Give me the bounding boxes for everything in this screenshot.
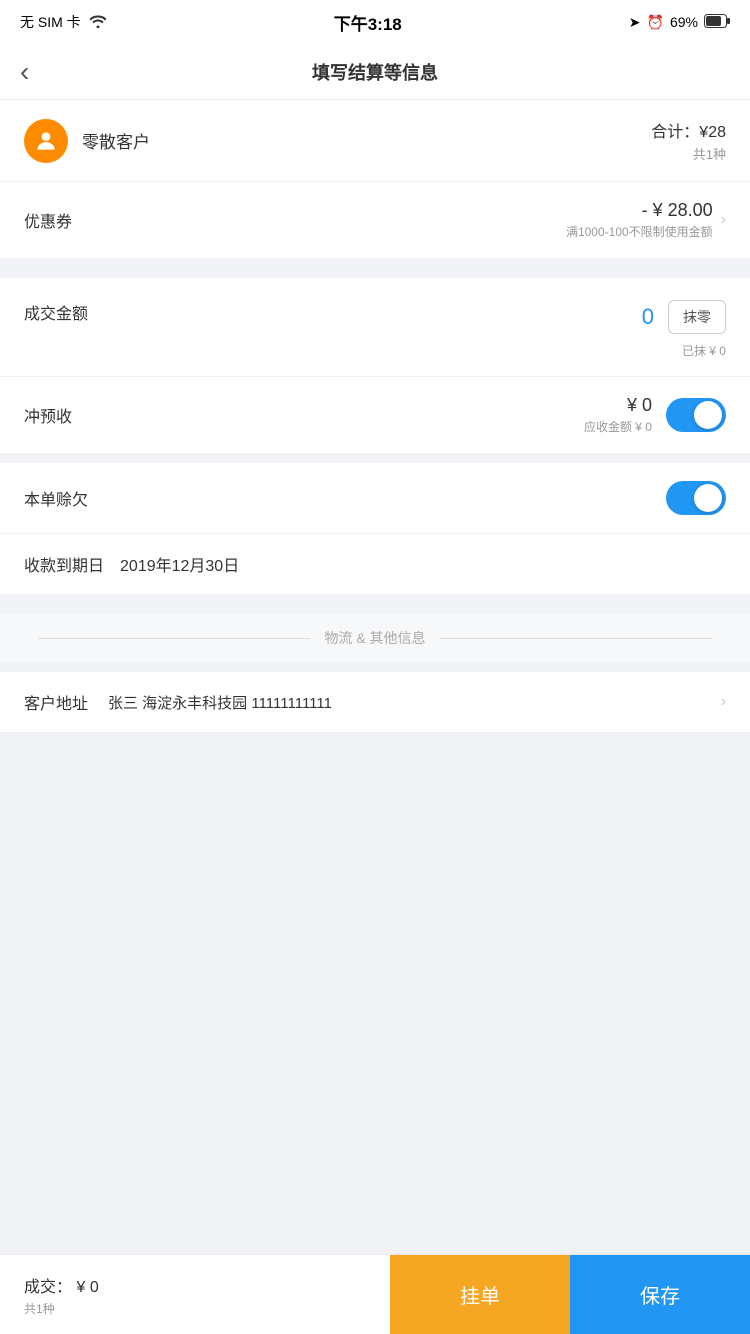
coupon-info: - ¥ 28.00 满1000-100不限制使用金额 [566, 200, 713, 240]
separator-3 [0, 604, 750, 614]
save-button[interactable]: 保存 [570, 1255, 750, 1334]
alarm-icon: ⏰ [647, 14, 664, 31]
due-date-label: 收款到期日 [24, 552, 104, 576]
prepay-right: ¥ 0 应收金额 ¥ 0 [584, 395, 726, 435]
transaction-label: 成交金额 [24, 300, 88, 324]
status-left: 无 SIM 卡 [20, 12, 107, 32]
transaction-sub: 已抹 ¥ 0 [682, 344, 726, 358]
total-count: 共1种 [651, 144, 726, 163]
coupon-chevron-icon: › [721, 211, 726, 229]
transaction-section: 成交金额 0 抹零 已抹 ¥ 0 冲预收 ¥ 0 应收金额 ¥ 0 [0, 278, 750, 453]
transaction-row: 成交金额 0 抹零 [0, 278, 750, 342]
debit-toggle[interactable] [666, 481, 726, 515]
debit-label: 本单赊欠 [24, 486, 88, 510]
status-bar: 无 SIM 卡 下午3:18 ➤ ⏰ 69% [0, 0, 750, 44]
customer-section: 零散客户 合计：¥28 共1种 优惠券 - ¥ 28.00 满1000-100不… [0, 100, 750, 258]
sim-signal: 无 SIM 卡 [20, 12, 81, 32]
summary-amount: ¥ 0 [76, 1279, 98, 1296]
customer-left: 零散客户 [24, 119, 150, 163]
bottom-summary-top: 成交： ¥ 0 [24, 1273, 366, 1297]
total-amount: 合计：¥28 [651, 118, 726, 142]
prepay-row: 冲预收 ¥ 0 应收金额 ¥ 0 [0, 376, 750, 453]
prepay-amount: ¥ 0 [584, 395, 652, 416]
address-label: 客户地址 [24, 690, 88, 714]
prepay-amount-col: ¥ 0 应收金额 ¥ 0 [584, 395, 652, 435]
summary-label: 成交： [24, 1279, 72, 1296]
back-button[interactable]: ‹ [20, 56, 29, 88]
status-time: 下午3:18 [334, 10, 402, 35]
coupon-label: 优惠券 [24, 208, 72, 232]
debit-section: 本单赊欠 收款到期日 2019年12月30日 [0, 463, 750, 594]
wifi-icon [89, 14, 107, 31]
content-area: 零散客户 合计：¥28 共1种 优惠券 - ¥ 28.00 满1000-100不… [0, 100, 750, 832]
customer-right: 合计：¥28 共1种 [651, 118, 726, 163]
prepay-sub: 应收金额 ¥ 0 [584, 418, 652, 435]
customer-name: 零散客户 [82, 128, 150, 153]
separator-4 [0, 662, 750, 672]
bottom-summary-count: 共1种 [24, 1300, 366, 1317]
due-date-row: 收款到期日 2019年12月30日 [0, 533, 750, 594]
battery-text: 69% [670, 14, 698, 30]
logistics-header: 物流 & 其他信息 [0, 614, 750, 662]
nav-bar: ‹ 填写结算等信息 [0, 44, 750, 100]
person-icon [33, 128, 59, 154]
location-icon: ➤ [629, 14, 641, 31]
bottom-bar: 成交： ¥ 0 共1种 挂单 保存 [0, 1254, 750, 1334]
bottom-summary: 成交： ¥ 0 共1种 [0, 1273, 390, 1317]
bottom-spacer [0, 742, 750, 832]
due-date-value[interactable]: 2019年12月30日 [120, 552, 239, 576]
round-button[interactable]: 抹零 [668, 300, 726, 334]
coupon-discount: - ¥ 28.00 [566, 200, 713, 221]
logistics-section: 物流 & 其他信息 [0, 614, 750, 662]
address-value: 张三 海淀永丰科技园 11111111111 [108, 692, 721, 713]
debit-row: 本单赊欠 [0, 463, 750, 533]
avatar [24, 119, 68, 163]
battery-icon [704, 14, 730, 31]
address-chevron-icon: › [721, 693, 726, 711]
logistics-title: 物流 & 其他信息 [324, 628, 425, 648]
address-row[interactable]: 客户地址 张三 海淀永丰科技园 11111111111 › [0, 672, 750, 732]
address-section: 客户地址 张三 海淀永丰科技园 11111111111 › [0, 672, 750, 732]
hang-button[interactable]: 挂单 [390, 1255, 570, 1334]
coupon-desc: 满1000-100不限制使用金额 [566, 223, 713, 240]
transaction-value[interactable]: 0 [642, 304, 654, 329]
prepay-label: 冲预收 [24, 403, 72, 427]
status-right: ➤ ⏰ 69% [629, 14, 730, 31]
coupon-right: - ¥ 28.00 满1000-100不限制使用金额 › [566, 200, 726, 240]
transaction-right: 0 抹零 [642, 300, 726, 334]
page-title: 填写结算等信息 [312, 59, 438, 85]
separator-2 [0, 453, 750, 463]
coupon-row[interactable]: 优惠券 - ¥ 28.00 满1000-100不限制使用金额 › [0, 181, 750, 258]
separator-1 [0, 268, 750, 278]
prepay-toggle[interactable] [666, 398, 726, 432]
customer-row: 零散客户 合计：¥28 共1种 [0, 100, 750, 181]
